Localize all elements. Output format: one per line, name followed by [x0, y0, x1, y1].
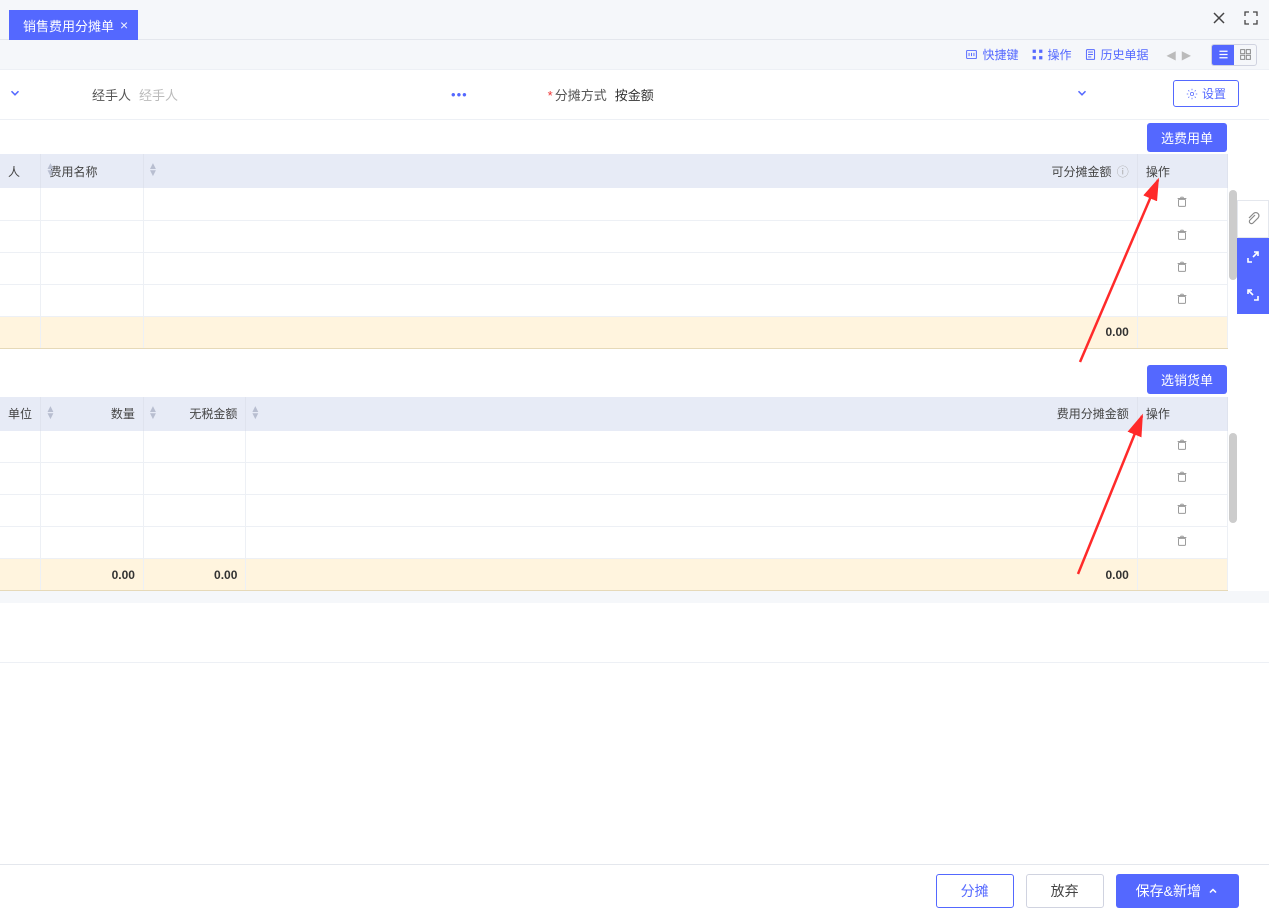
handler-input[interactable]: 经手人 — [139, 85, 439, 104]
col-op: 操作 — [1146, 165, 1170, 179]
col-notax: 无税金额 — [189, 407, 237, 421]
handler-more-icon[interactable]: ••• — [451, 87, 468, 102]
form-row: 经手人 经手人 ••• *分摊方式 按金额 设置 — [0, 70, 1269, 120]
view-toggle — [1211, 44, 1257, 66]
trash-icon[interactable] — [1175, 292, 1189, 306]
expand-in-icon[interactable] — [1237, 276, 1269, 314]
fullscreen-icon[interactable] — [1241, 8, 1261, 28]
sort-icon[interactable]: ▲▼ — [45, 163, 55, 177]
method-chevron-down-icon[interactable] — [1075, 86, 1089, 103]
shortcut-label: 快捷键 — [982, 46, 1018, 63]
sum-row: 0.00 — [0, 316, 1228, 348]
method-select[interactable]: 按金额 — [615, 85, 915, 104]
notes-area — [0, 603, 1269, 663]
tab-bar: 销售费用分摊单 × — [0, 0, 1269, 40]
col-allocatable: 可分摊金额 — [1051, 165, 1111, 179]
gear-icon — [1186, 88, 1198, 100]
section-gap — [0, 591, 1269, 603]
table-row — [0, 284, 1228, 316]
trash-icon[interactable] — [1175, 470, 1189, 484]
save-label: 保存&新增 — [1136, 881, 1201, 901]
table-row — [0, 220, 1228, 252]
side-buttons — [1237, 200, 1269, 314]
table-row — [0, 463, 1228, 495]
trash-icon[interactable] — [1175, 195, 1189, 209]
settings-button[interactable]: 设置 — [1173, 80, 1239, 107]
shortcut-button[interactable]: 快捷键 — [965, 46, 1018, 63]
handler-label: 经手人 — [92, 85, 131, 104]
table-row — [0, 431, 1228, 463]
scrollbar[interactable] — [1229, 433, 1237, 523]
view-list-icon[interactable] — [1212, 45, 1234, 65]
operate-button[interactable]: 操作 — [1031, 46, 1072, 63]
tab-title: 销售费用分摊单 — [23, 16, 114, 35]
handler-field: 经手人 经手人 ••• — [92, 85, 468, 104]
sort-icon[interactable]: ▲▼ — [250, 406, 260, 420]
history-button[interactable]: 历史单据 — [1084, 46, 1149, 63]
table-row — [0, 495, 1228, 527]
col-qty: 数量 — [111, 407, 135, 421]
footer: 分摊 放弃 保存&新增 — [0, 864, 1269, 916]
sum-alloc: 0.00 — [1105, 568, 1128, 582]
sort-icon[interactable]: ▲▼ — [45, 406, 55, 420]
sum-allocatable: 0.00 — [1105, 325, 1128, 339]
col-unit: 单位 — [8, 407, 32, 421]
col-expense-name: 费用名称 — [49, 165, 97, 179]
tab-close-icon[interactable]: × — [120, 18, 128, 32]
expense-table: 人 ▲▼费用名称 ▲▼可分摊金额 ⓘ 操作 0.00 — [0, 154, 1269, 349]
trash-icon[interactable] — [1175, 260, 1189, 274]
expand-out-icon[interactable] — [1237, 238, 1269, 276]
allocate-button[interactable]: 分摊 — [936, 874, 1014, 908]
sum-row: 0.00 0.00 0.00 — [0, 559, 1228, 591]
window-close-icon[interactable] — [1209, 8, 1229, 28]
nav-prev-icon[interactable]: ◀ — [1167, 48, 1176, 62]
chevron-up-icon — [1207, 885, 1219, 897]
method-label: 分摊方式 — [555, 88, 607, 103]
operate-label: 操作 — [1048, 46, 1072, 63]
table-row — [0, 252, 1228, 284]
trash-icon[interactable] — [1175, 228, 1189, 242]
scrollbar[interactable] — [1229, 190, 1237, 280]
history-label: 历史单据 — [1101, 46, 1149, 63]
toolbar: 快捷键 操作 历史单据 ◀ ▶ — [0, 40, 1269, 70]
select-sales-button[interactable]: 选销货单 — [1147, 365, 1227, 394]
attachment-icon[interactable] — [1237, 200, 1269, 238]
sum-notax: 0.00 — [214, 568, 237, 582]
col-op: 操作 — [1146, 407, 1170, 421]
nav-arrows: ◀ ▶ — [1167, 48, 1191, 62]
trash-icon[interactable] — [1175, 502, 1189, 516]
sort-icon[interactable]: ▲▼ — [148, 406, 158, 420]
settings-label: 设置 — [1202, 85, 1226, 102]
method-field: *分摊方式 按金额 — [548, 85, 915, 104]
sales-table: 单位 ▲▼ 数量 ▲▼ 无税金额 ▲▼ 费用分摊金额 操作 0.00 0.00 0.00 — [0, 397, 1269, 592]
save-new-button[interactable]: 保存&新增 — [1116, 874, 1239, 908]
sort-icon[interactable]: ▲▼ — [148, 163, 158, 177]
chevron-down-icon[interactable] — [8, 86, 22, 103]
help-icon[interactable]: ⓘ — [1117, 165, 1129, 179]
col-person: 人 — [8, 165, 20, 179]
nav-next-icon[interactable]: ▶ — [1182, 48, 1191, 62]
tab-sales-expense-allocation[interactable]: 销售费用分摊单 × — [9, 10, 138, 40]
trash-icon[interactable] — [1175, 534, 1189, 548]
table-row — [0, 188, 1228, 220]
view-card-icon[interactable] — [1234, 45, 1256, 65]
select-expense-button[interactable]: 选费用单 — [1147, 123, 1227, 152]
trash-icon[interactable] — [1175, 438, 1189, 452]
discard-button[interactable]: 放弃 — [1026, 874, 1104, 908]
table-row — [0, 527, 1228, 559]
sum-qty: 0.00 — [112, 568, 135, 582]
col-alloc: 费用分摊金额 — [1057, 407, 1129, 421]
